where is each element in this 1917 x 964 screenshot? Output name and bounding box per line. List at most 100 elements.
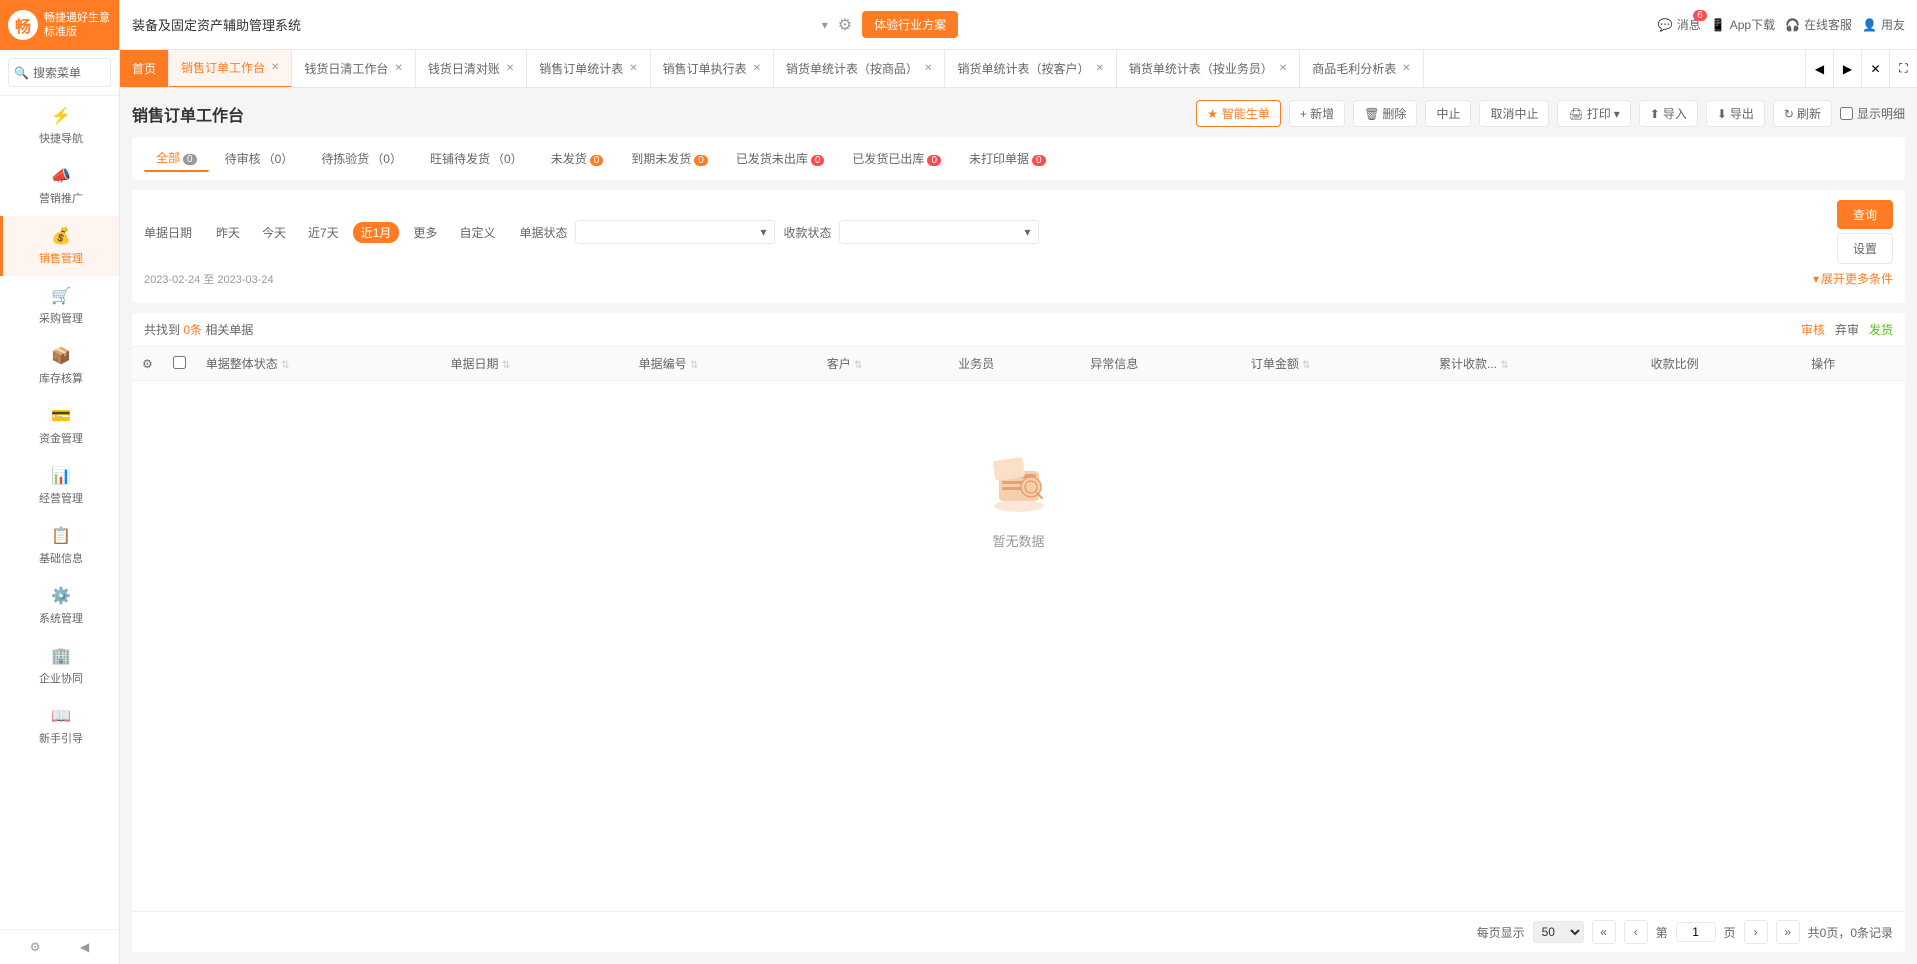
import-button[interactable]: ⬆ 导入	[1639, 100, 1698, 127]
sidebar-item-guide[interactable]: 📖 新手引导	[0, 696, 119, 756]
sidebar-item-sales[interactable]: 💰 销售管理	[0, 216, 119, 276]
sort-customer-icon[interactable]: ⇅	[854, 360, 862, 371]
show-detail-input[interactable]	[1840, 107, 1853, 120]
select-all-checkbox[interactable]	[173, 356, 186, 369]
setting-button[interactable]: 设置	[1837, 233, 1893, 264]
print-button[interactable]: 🖨 打印 ▾	[1557, 100, 1630, 127]
trial-button[interactable]: 体验行业方案	[862, 11, 958, 38]
next-page-button[interactable]: ›	[1744, 920, 1768, 944]
quick-icon: ⚡	[51, 106, 71, 126]
dropdown-icon[interactable]: ▾	[822, 18, 828, 32]
sub-tab-overdue-ship[interactable]: 到期未发货0	[619, 146, 720, 171]
sub-tab-bar: 全部0 待审核（0） 待拣验货（0） 旺铺待发货（0） 未发货0 到期未发货0 …	[132, 137, 1905, 180]
sub-tab-no-print[interactable]: 未打印单据0	[957, 146, 1058, 171]
tab-sales-stat4[interactable]: 销货单统计表（按业务员） ✕	[1117, 50, 1300, 88]
last-page-button[interactable]: »	[1776, 920, 1800, 944]
sidebar-item-enterprise[interactable]: 🏢 企业协同	[0, 636, 119, 696]
tab-more-area: ◀ ▶ ✕ ⛶	[1805, 50, 1917, 88]
settings-gear-icon[interactable]: ⚙	[838, 15, 852, 35]
page-number-input[interactable]	[1676, 922, 1716, 942]
tab-cash-daily[interactable]: 钱货日清工作台 ✕	[292, 50, 415, 88]
tab-next-arrow[interactable]: ▶	[1833, 50, 1861, 88]
tab-close-sales-stat2[interactable]: ✕	[924, 63, 932, 74]
review-action-button[interactable]: 审核	[1801, 321, 1825, 338]
tab-prev-arrow[interactable]: ◀	[1805, 50, 1833, 88]
sort-amount-icon[interactable]: ⇅	[1302, 360, 1310, 371]
tab-fullscreen[interactable]: ⛶	[1889, 50, 1917, 88]
sidebar-item-inventory[interactable]: 📦 库存核算	[0, 336, 119, 396]
tab-close-cash-daily[interactable]: ✕	[394, 63, 402, 74]
date-btn-1month[interactable]: 近1月	[353, 222, 400, 243]
collapse-icon[interactable]: ◀	[80, 940, 89, 954]
sort-date-icon[interactable]: ⇅	[502, 360, 510, 371]
print-dropdown-icon[interactable]: ▾	[1614, 107, 1620, 121]
search-menu-button[interactable]: 🔍 搜索菜单	[8, 58, 111, 87]
sales-icon: 💰	[51, 226, 71, 246]
abort-action-button[interactable]: 弃审	[1835, 321, 1859, 338]
sub-tab-shipped-out[interactable]: 已发货已出库0	[840, 146, 953, 171]
abort-button[interactable]: 中止	[1425, 100, 1471, 127]
app-download-button[interactable]: 📱 App下载	[1711, 16, 1775, 33]
tab-close-sales-exec[interactable]: ✕	[753, 63, 761, 74]
sub-tab-shipped-no-out[interactable]: 已发货未出库0	[724, 146, 837, 171]
tab-close-sales-stat4[interactable]: ✕	[1279, 63, 1287, 74]
tab-home[interactable]: 首页	[120, 50, 169, 88]
tab-close-sales-stat3[interactable]: ✕	[1095, 63, 1103, 74]
date-btn-yesterday[interactable]: 昨天	[208, 222, 248, 243]
prev-page-button[interactable]: ‹	[1624, 920, 1648, 944]
export-button[interactable]: ⬇ 导出	[1706, 100, 1765, 127]
tab-sales-workbench[interactable]: 销售订单工作台 ✕	[169, 50, 292, 88]
sub-tab-pending-review[interactable]: 待审核（0）	[213, 146, 306, 171]
tab-close-cash-reconcile[interactable]: ✕	[506, 63, 514, 74]
sort-number-icon[interactable]: ⇅	[690, 360, 698, 371]
sub-tab-all[interactable]: 全部0	[144, 145, 209, 172]
sidebar-item-operations[interactable]: 📊 经营管理	[0, 456, 119, 516]
status-select[interactable]: ▾	[575, 220, 775, 244]
payment-select[interactable]: ▾	[839, 220, 1039, 244]
tab-bar: 首页 销售订单工作台 ✕ 钱货日清工作台 ✕ 钱货日清对账 ✕ 销售订单统计表 …	[120, 50, 1917, 88]
sidebar-item-basic[interactable]: 📋 基础信息	[0, 516, 119, 576]
sidebar-item-finance[interactable]: 💳 资金管理	[0, 396, 119, 456]
table-scroll-area[interactable]: ⚙ 单据整体状态 ⇅ 单据日期 ⇅ 单据编号	[132, 347, 1905, 911]
show-detail-checkbox[interactable]: 显示明细	[1840, 105, 1905, 122]
sort-status-icon[interactable]: ⇅	[281, 360, 289, 371]
sort-collected-icon[interactable]: ⇅	[1500, 360, 1508, 371]
sub-tab-wangpu-ship[interactable]: 旺铺待发货（0）	[418, 146, 535, 171]
tab-close-sales-workbench[interactable]: ✕	[271, 62, 279, 73]
online-service-button[interactable]: 🎧 在线客服	[1785, 16, 1852, 33]
tab-close-sales-stat[interactable]: ✕	[629, 63, 637, 74]
tab-sales-stat[interactable]: 销售订单统计表 ✕	[527, 50, 650, 88]
query-button[interactable]: 查询	[1837, 200, 1893, 229]
col-settings[interactable]: ⚙	[132, 347, 163, 381]
tab-sales-stat3[interactable]: 销货单统计表（按客户） ✕	[945, 50, 1116, 88]
tab-close-all[interactable]: ✕	[1861, 50, 1889, 88]
tab-cash-reconcile[interactable]: 钱货日清对账 ✕	[416, 50, 527, 88]
sidebar-item-marketing[interactable]: 📣 营销推广	[0, 156, 119, 216]
refresh-button[interactable]: ↻ 刷新	[1773, 100, 1832, 127]
expand-filter-button[interactable]: ▾ 展开更多条件	[1813, 270, 1893, 287]
tab-margin[interactable]: 商品毛利分析表 ✕	[1300, 50, 1423, 88]
user-button[interactable]: 👤 用友	[1862, 16, 1905, 33]
tab-sales-stat2[interactable]: 销货单统计表（按商品） ✕	[774, 50, 945, 88]
first-page-button[interactable]: «	[1592, 920, 1616, 944]
date-btn-today[interactable]: 今天	[254, 222, 294, 243]
page-size-select[interactable]: 10 20 50 100	[1533, 921, 1584, 943]
date-btn-more[interactable]: 更多	[405, 222, 445, 243]
date-btn-7days[interactable]: 近7天	[300, 222, 347, 243]
sidebar-item-system[interactable]: ⚙️ 系统管理	[0, 576, 119, 636]
sub-tab-not-shipped[interactable]: 未发货0	[539, 146, 616, 171]
settings-icon[interactable]: ⚙	[30, 940, 41, 954]
sidebar-item-purchase[interactable]: 🛒 采购管理	[0, 276, 119, 336]
sub-tab-pending-inspect[interactable]: 待拣验货（0）	[309, 146, 414, 171]
message-button[interactable]: 💬 消息 6	[1658, 16, 1701, 33]
new-button[interactable]: + 新增	[1289, 100, 1345, 127]
col-checkbox[interactable]	[163, 347, 196, 381]
ship-action-button[interactable]: 发货	[1869, 321, 1893, 338]
tab-sales-exec[interactable]: 销售订单执行表 ✕	[651, 50, 774, 88]
tab-close-margin[interactable]: ✕	[1402, 63, 1410, 74]
cancel-abort-button[interactable]: 取消中止	[1479, 100, 1549, 127]
smart-order-button[interactable]: ★ 智能生单	[1196, 100, 1281, 127]
date-btn-custom[interactable]: 自定义	[451, 222, 503, 243]
sidebar-item-quick[interactable]: ⚡ 快捷导航	[0, 96, 119, 156]
delete-button[interactable]: 🗑 删除	[1353, 100, 1417, 127]
